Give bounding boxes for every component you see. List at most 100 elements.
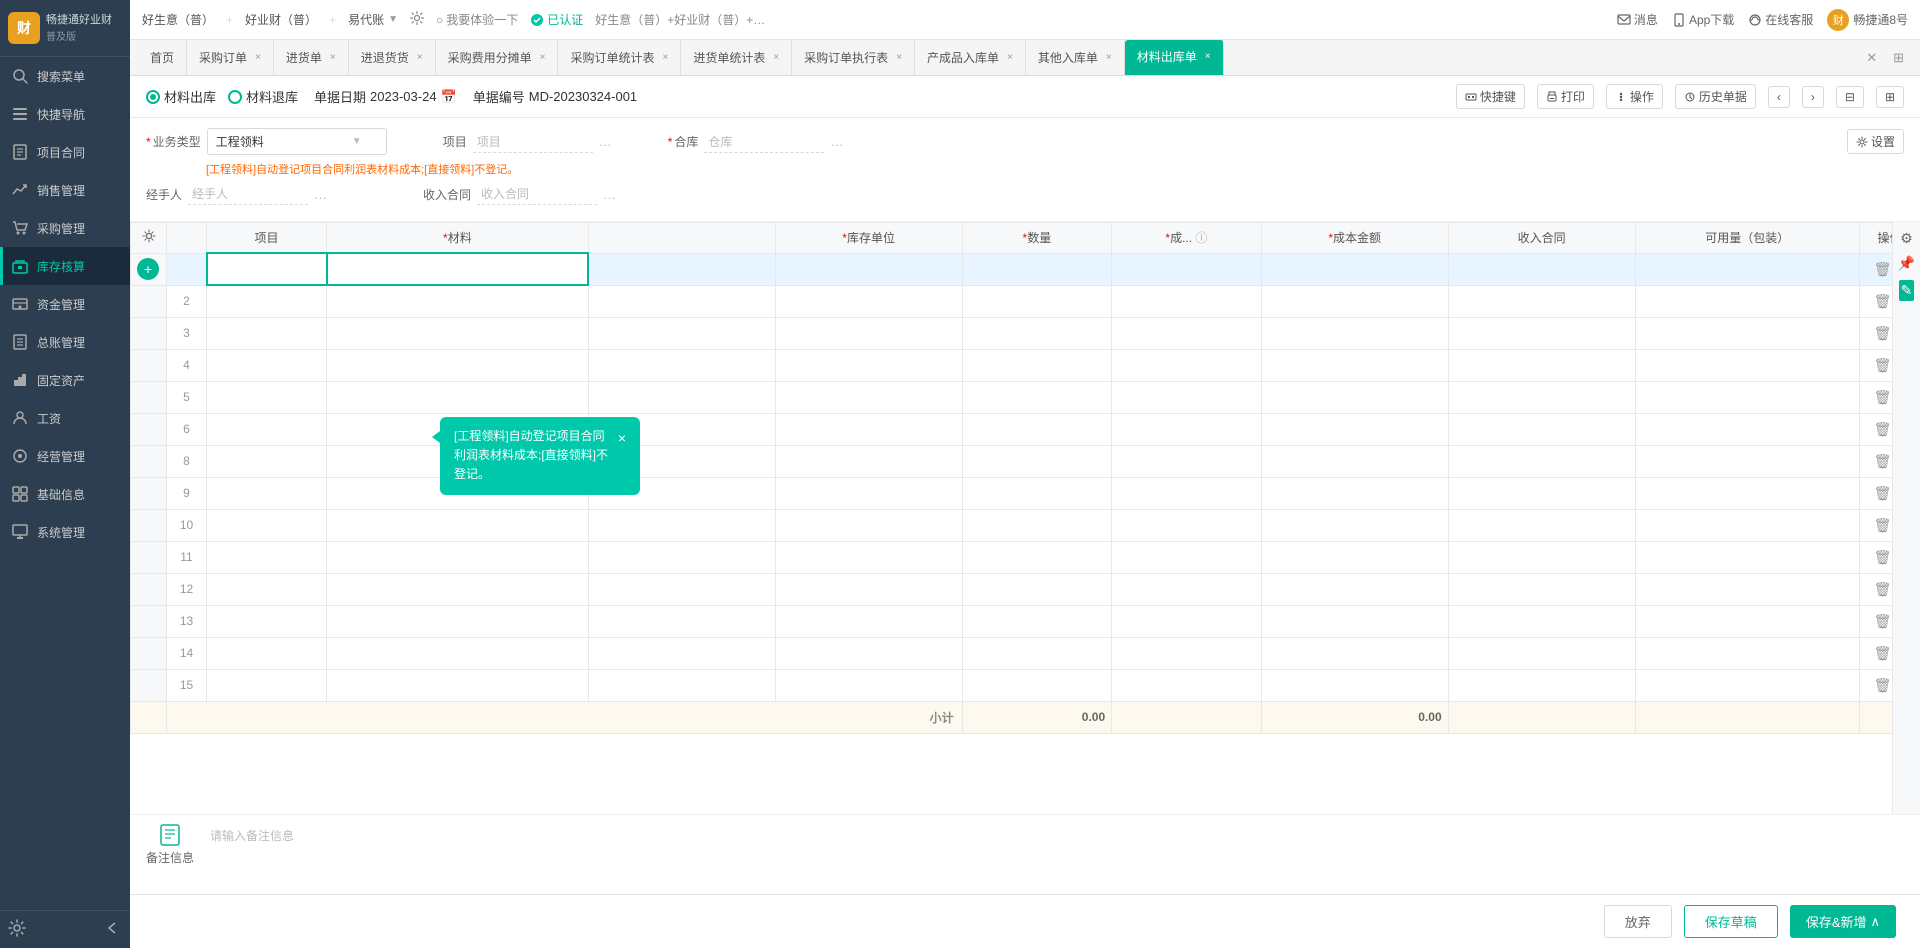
tab-goods-stat-close[interactable]: × (773, 52, 779, 63)
revenue-contract-more-icon[interactable]: … (603, 187, 616, 202)
tab-purchase-expense-close[interactable]: × (540, 52, 546, 63)
tab-purchase-stat-close[interactable]: × (662, 52, 668, 63)
right-settings-icon[interactable]: ⚙ (1900, 230, 1913, 247)
row-12-delete-icon[interactable]: 🗑 (1874, 581, 1892, 598)
nav-good-finance[interactable]: 好业财（普） (245, 11, 317, 28)
sidebar-item-search[interactable]: 搜索菜单 (0, 57, 130, 95)
sidebar-item-finance[interactable]: 资金管理 (0, 285, 130, 323)
handler-input[interactable]: 经手人 (188, 183, 308, 205)
row-5-available-qty[interactable] (1635, 381, 1859, 413)
row-3-quantity[interactable] (962, 317, 1112, 349)
row-3-project[interactable] (207, 317, 327, 349)
notes-input[interactable]: 请输入备注信息 (206, 823, 1904, 848)
tab-goods-return[interactable]: 进退货货 × (349, 40, 436, 76)
history-button[interactable]: 历史单据 (1675, 84, 1756, 109)
sidebar-item-operations[interactable]: 经营管理 (0, 437, 130, 475)
save-draft-button[interactable]: 保存草稿 (1684, 905, 1778, 938)
row-2-quantity[interactable] (962, 285, 1112, 317)
row-11-delete-icon[interactable]: 🗑 (1874, 549, 1892, 566)
app-download-link[interactable]: App下载 (1672, 11, 1734, 28)
tab-goods-receipt-close[interactable]: × (330, 52, 336, 63)
project-input[interactable]: 项目 (473, 131, 593, 153)
row-6-quantity[interactable] (962, 413, 1112, 445)
online-service-link[interactable]: 在线客服 (1748, 11, 1813, 28)
row-6-revenue-contract[interactable] (1448, 413, 1635, 445)
sidebar-item-quicknav[interactable]: 快捷导航 (0, 95, 130, 133)
row-6-warehouse-unit[interactable] (775, 413, 962, 445)
sidebar-item-inventory[interactable]: 库存核算 (0, 247, 130, 285)
row-13-delete-icon[interactable]: 🗑 (1874, 613, 1892, 630)
nav-agency[interactable]: 易代账 ▼ (348, 11, 398, 28)
right-edit-icon[interactable]: ✎ (1899, 280, 1915, 301)
page-settings-button[interactable]: 设置 (1847, 129, 1904, 154)
row-3-cost-amount[interactable] (1261, 317, 1448, 349)
row-3-revenue-contract[interactable] (1448, 317, 1635, 349)
row-5-delete-icon[interactable]: 🗑 (1874, 389, 1892, 406)
row-2-warehouse-unit[interactable] (775, 285, 962, 317)
row-4-spec[interactable] (588, 349, 775, 381)
row-5-revenue-contract[interactable] (1448, 381, 1635, 413)
row-5-project[interactable] (207, 381, 327, 413)
warehouse-input[interactable]: 仓库 (704, 131, 824, 153)
row-2-project[interactable] (207, 285, 327, 317)
row-2-material[interactable] (327, 285, 589, 317)
row-6-cost-price[interactable] (1112, 413, 1262, 445)
tab-goods-receipt[interactable]: 进货单 × (274, 40, 349, 76)
row-2-cost-price[interactable] (1112, 285, 1262, 317)
row-1-delete-icon[interactable]: 🗑 (1874, 261, 1892, 278)
sidebar-item-contract[interactable]: 项目合同 (0, 133, 130, 171)
tab-other-receipt[interactable]: 其他入库单 × (1026, 40, 1125, 76)
tab-purchase-exec[interactable]: 采购订单执行表 × (792, 40, 915, 76)
row-2-revenue-contract[interactable] (1448, 285, 1635, 317)
row-3-warehouse-unit[interactable] (775, 317, 962, 349)
row-5-material[interactable] (327, 381, 589, 413)
handler-more-icon[interactable]: … (314, 187, 327, 202)
row-2-available-qty[interactable] (1635, 285, 1859, 317)
row-3-material[interactable] (327, 317, 589, 349)
collapse-icon[interactable] (104, 919, 122, 940)
project-more-icon[interactable]: … (599, 134, 612, 149)
next-record-button[interactable]: › (1802, 86, 1824, 108)
row-1-warehouse-unit[interactable] (775, 253, 962, 285)
tab-goods-return-close[interactable]: × (417, 52, 423, 63)
tab-purchase-expense[interactable]: 采购费用分摊单 × (436, 40, 559, 76)
tab-purchase-stat[interactable]: 采购订单统计表 × (558, 40, 681, 76)
col-settings-header[interactable] (131, 223, 167, 254)
row-14-delete-icon[interactable]: 🗑 (1874, 645, 1892, 662)
save-new-button[interactable]: 保存&新增 ∧ (1790, 905, 1896, 938)
row-4-delete-icon[interactable]: 🗑 (1874, 357, 1892, 374)
doc-date-value[interactable]: 2023-03-24 (370, 89, 437, 104)
tab-purchase-order[interactable]: 采购订单 × (187, 40, 274, 76)
settings-icon[interactable] (8, 919, 26, 940)
row-8-delete-icon[interactable]: 🗑 (1874, 453, 1892, 470)
settings-btn[interactable]: 设置 (1847, 129, 1904, 154)
row-1-material[interactable] (327, 253, 589, 285)
discard-button[interactable]: 放弃 (1604, 905, 1672, 938)
sidebar-item-payroll[interactable]: 工资 (0, 399, 130, 437)
row-1-revenue-contract[interactable] (1448, 253, 1635, 285)
row-6-cost-amount[interactable] (1261, 413, 1448, 445)
row-1-available-qty[interactable] (1635, 253, 1859, 285)
tooltip-close-button[interactable]: × (618, 427, 626, 449)
row-4-material[interactable] (327, 349, 589, 381)
close-all-icon[interactable]: ✕ (1858, 46, 1885, 70)
right-note-icon[interactable]: 📌 (1898, 255, 1915, 272)
row-1-spec[interactable] (588, 253, 775, 285)
user-avatar[interactable]: 财 畅捷通8号 (1827, 9, 1908, 31)
nav-trial[interactable]: ○ 我要体验一下 (436, 11, 518, 28)
row-5-cost-amount[interactable] (1261, 381, 1448, 413)
row-10-delete-icon[interactable]: 🗑 (1874, 517, 1892, 534)
row-1-quantity[interactable] (962, 253, 1112, 285)
row-6-project[interactable] (207, 413, 327, 445)
tab-material-issue-close[interactable]: × (1205, 51, 1211, 62)
sidebar-item-sales[interactable]: 销售管理 (0, 171, 130, 209)
row-4-available-qty[interactable] (1635, 349, 1859, 381)
view-toggle-icon[interactable]: ⊞ (1885, 46, 1912, 70)
row-15-delete-icon[interactable]: 🗑 (1874, 677, 1892, 694)
cost-info-icon[interactable]: ⓘ (1195, 231, 1207, 245)
row-5-warehouse-unit[interactable] (775, 381, 962, 413)
add-row-button[interactable]: + (137, 258, 159, 280)
row-4-project[interactable] (207, 349, 327, 381)
gear-settings[interactable] (410, 11, 424, 28)
radio-material-issue[interactable]: 材料出库 (146, 87, 216, 106)
